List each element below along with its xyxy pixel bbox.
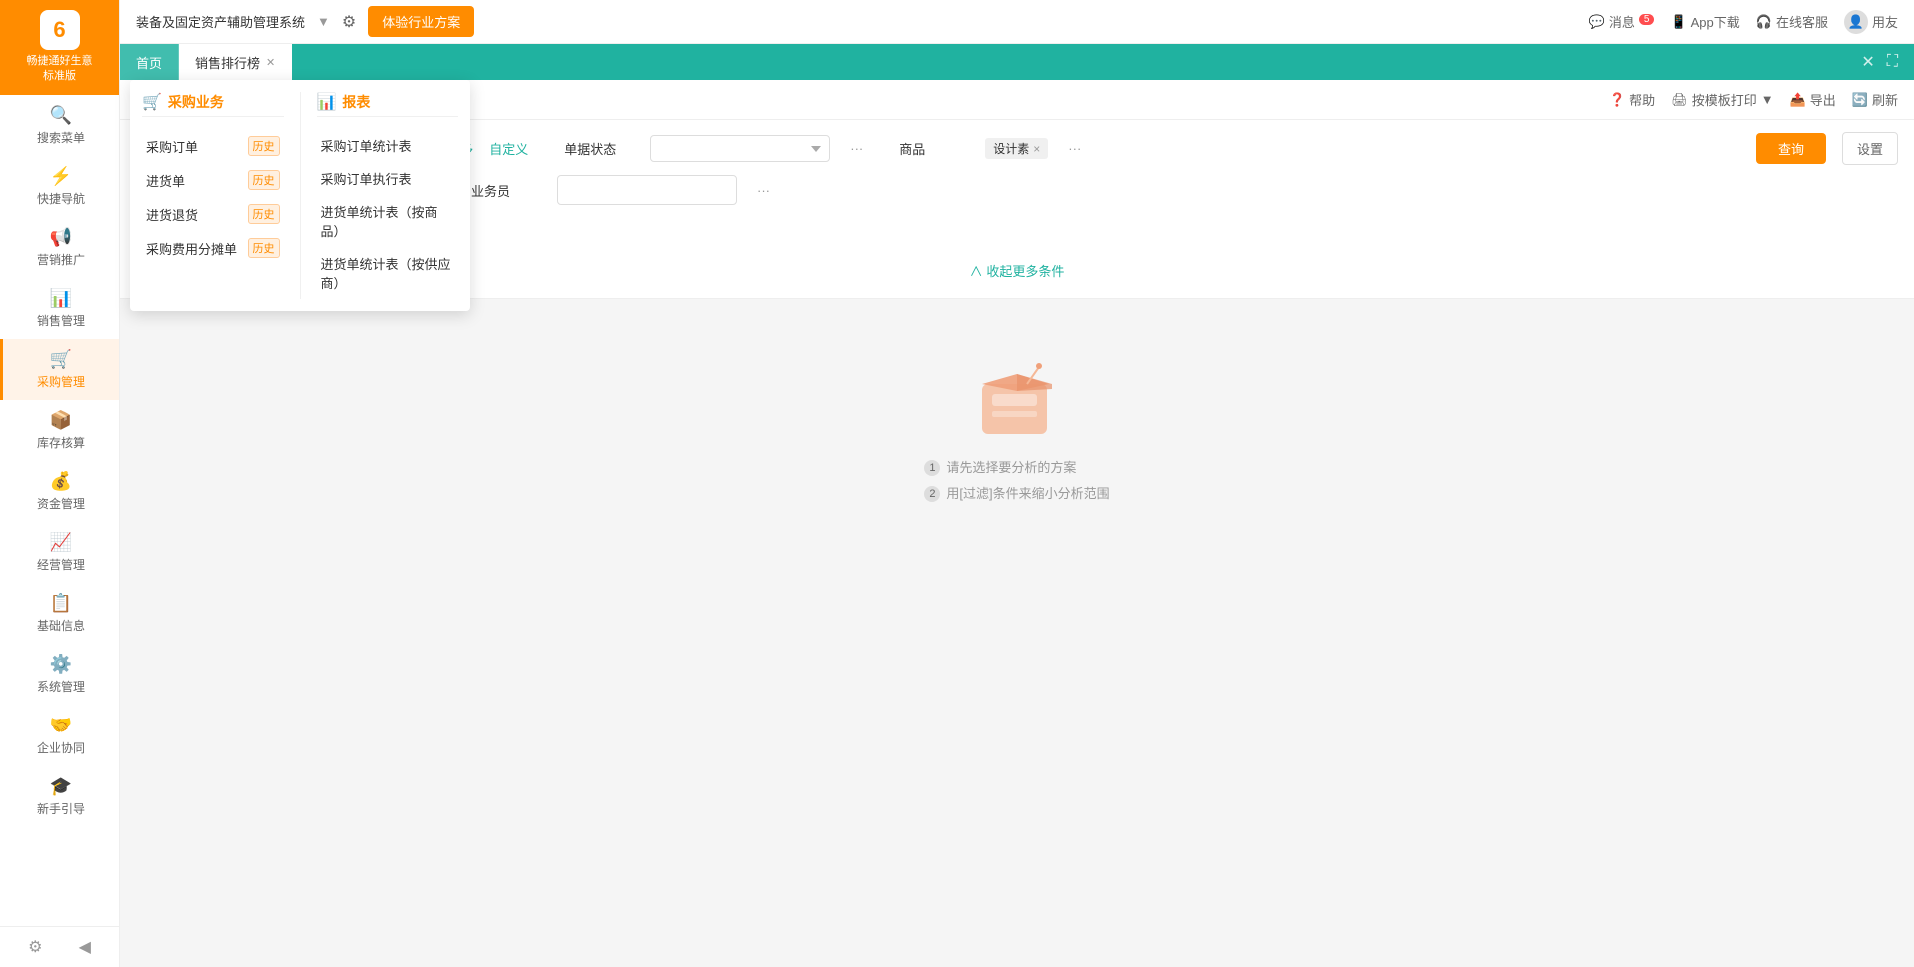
purchase-biz-col: 🛒 采购业务 采购订单历史进货单历史进货退货历史采购费用分摊单历史 [130,92,296,299]
report-col: 📊 报表 采购订单统计表采购订单执行表进货单统计表（按商品）进货单统计表（按供应… [305,92,471,299]
report-menu-item[interactable]: 进货单统计表（按供应商） [317,247,459,299]
history-badge: 历史 [248,204,280,224]
purchase-menu-item[interactable]: 采购订单历史 [142,129,284,163]
report-menu-item[interactable]: 采购订单执行表 [317,162,459,195]
report-menu-item[interactable]: 采购订单统计表 [317,129,459,162]
purchase-dropdown-menu: 🛒 采购业务 采购订单历史进货单历史进货退货历史采购费用分摊单历史 📊 报表 采… [130,80,470,311]
purchase-menu-item[interactable]: 进货单历史 [142,163,284,197]
purchase-biz-icon: 🛒 [142,92,162,112]
history-badge: 历史 [248,136,280,156]
report-menu-item[interactable]: 进货单统计表（按商品） [317,195,459,247]
report-icon: 📊 [317,92,337,112]
history-badge: 历史 [248,238,280,258]
purchase-biz-title: 🛒 采购业务 [142,92,284,117]
purchase-menu-item[interactable]: 采购费用分摊单历史 [142,231,284,265]
report-col-title: 📊 报表 [317,92,459,117]
purchase-menu-item[interactable]: 进货退货历史 [142,197,284,231]
dropdown-divider [300,92,301,299]
history-badge: 历史 [248,170,280,190]
